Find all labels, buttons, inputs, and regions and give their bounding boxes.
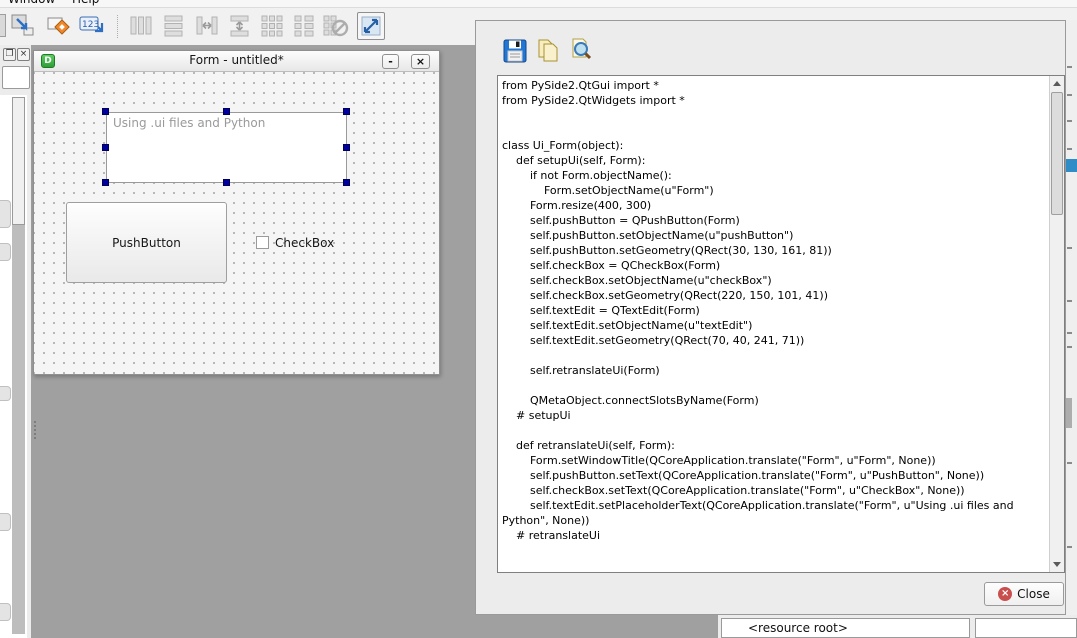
adjust-size-icon[interactable] bbox=[357, 12, 385, 40]
code-preview-dialog: from PySide2.QtGui import * from PySide2… bbox=[475, 20, 1066, 615]
svg-text:123: 123 bbox=[82, 20, 99, 30]
textedit-placeholder: Using .ui files and Python bbox=[107, 113, 346, 133]
widget-category-item[interactable] bbox=[0, 386, 11, 401]
edit-tab-order-icon[interactable]: 123 bbox=[78, 13, 104, 39]
selection-handle[interactable] bbox=[223, 179, 230, 186]
toolbar-separator bbox=[117, 15, 118, 38]
form-close-button[interactable]: × bbox=[411, 54, 430, 69]
menu-window[interactable]: Window bbox=[8, 0, 55, 6]
preview-toolbar bbox=[502, 36, 594, 64]
code-scrollbar-thumb[interactable] bbox=[1051, 92, 1063, 215]
code-view[interactable]: from PySide2.QtGui import * from PySide2… bbox=[497, 75, 1065, 573]
resource-root-item[interactable]: <resource root> bbox=[721, 618, 970, 638]
panel-float-icon[interactable]: ❐ bbox=[3, 48, 16, 61]
menubar: Window Help bbox=[0, 0, 1077, 8]
checkbox-widget[interactable]: CheckBox bbox=[256, 222, 357, 263]
background-scrollbar-fragment bbox=[1066, 398, 1072, 428]
layout-vertical-splitter-icon[interactable] bbox=[227, 13, 253, 39]
edit-buddies-icon[interactable] bbox=[46, 13, 72, 39]
form-window-title: Form - untitled* bbox=[34, 53, 439, 67]
form-minimize-button[interactable]: - bbox=[382, 54, 399, 69]
selection-handle[interactable] bbox=[223, 108, 230, 115]
edit-signals-slots-icon[interactable] bbox=[10, 13, 36, 39]
widget-box-scrollbar-thumb[interactable] bbox=[12, 97, 25, 225]
selection-handle[interactable] bbox=[102, 144, 109, 151]
selection-handle[interactable] bbox=[343, 144, 350, 151]
layout-grid-icon[interactable] bbox=[259, 13, 285, 39]
scroll-down-icon[interactable] bbox=[1050, 558, 1064, 572]
background-selection-highlight bbox=[1066, 159, 1077, 172]
copy-icon[interactable] bbox=[535, 36, 561, 64]
checkbox-indicator[interactable] bbox=[256, 236, 269, 249]
widget-box-panel: ❐ × bbox=[0, 45, 31, 638]
widget-filter-input[interactable] bbox=[2, 66, 30, 89]
dock-splitter-handle[interactable] bbox=[34, 421, 37, 441]
designer-form-window[interactable]: D Form - untitled* - × Using .ui files a… bbox=[33, 50, 440, 375]
widget-category-item[interactable] bbox=[0, 243, 11, 261]
close-button[interactable]: × Close bbox=[984, 582, 1064, 606]
panel-close-icon[interactable]: × bbox=[17, 48, 30, 61]
widget-category-item[interactable] bbox=[0, 513, 11, 531]
close-red-icon: × bbox=[998, 587, 1012, 601]
form-window-titlebar[interactable]: D Form - untitled* - × bbox=[34, 51, 439, 72]
textedit-widget[interactable]: Using .ui files and Python bbox=[106, 112, 347, 183]
checkbox-label: CheckBox bbox=[275, 236, 334, 250]
scroll-up-icon[interactable] bbox=[1050, 76, 1064, 90]
resource-browser-strip: <resource root> bbox=[718, 615, 1077, 638]
widget-category-item[interactable] bbox=[0, 603, 11, 621]
find-icon[interactable] bbox=[568, 36, 594, 64]
code-text[interactable]: from PySide2.QtGui import * from PySide2… bbox=[498, 76, 1048, 572]
layout-horizontal-icon[interactable] bbox=[128, 13, 154, 39]
widget-box-scrollbar[interactable] bbox=[12, 97, 25, 634]
save-icon[interactable] bbox=[502, 36, 528, 64]
widget-box-list bbox=[0, 95, 27, 638]
form-canvas[interactable]: Using .ui files and Python PushButton Ch… bbox=[34, 72, 439, 374]
close-button-label: Close bbox=[1017, 587, 1050, 601]
edit-widgets-icon[interactable] bbox=[0, 14, 6, 37]
selection-handle[interactable] bbox=[102, 108, 109, 115]
widget-category-item[interactable] bbox=[0, 200, 11, 228]
layout-vertical-icon[interactable] bbox=[161, 13, 187, 39]
resource-side-box[interactable] bbox=[975, 618, 1077, 638]
menu-help[interactable]: Help bbox=[72, 0, 99, 6]
selection-handle[interactable] bbox=[102, 179, 109, 186]
pushbutton-label: PushButton bbox=[112, 236, 181, 250]
break-layout-icon[interactable] bbox=[322, 13, 348, 39]
pushbutton-widget[interactable]: PushButton bbox=[66, 202, 227, 283]
layout-form-icon[interactable] bbox=[291, 13, 317, 39]
code-scrollbar[interactable] bbox=[1049, 76, 1064, 572]
selection-handle[interactable] bbox=[343, 108, 350, 115]
background-window-sliver bbox=[1066, 20, 1077, 615]
layout-horizontal-splitter-icon[interactable] bbox=[194, 13, 220, 39]
selection-handle[interactable] bbox=[343, 179, 350, 186]
